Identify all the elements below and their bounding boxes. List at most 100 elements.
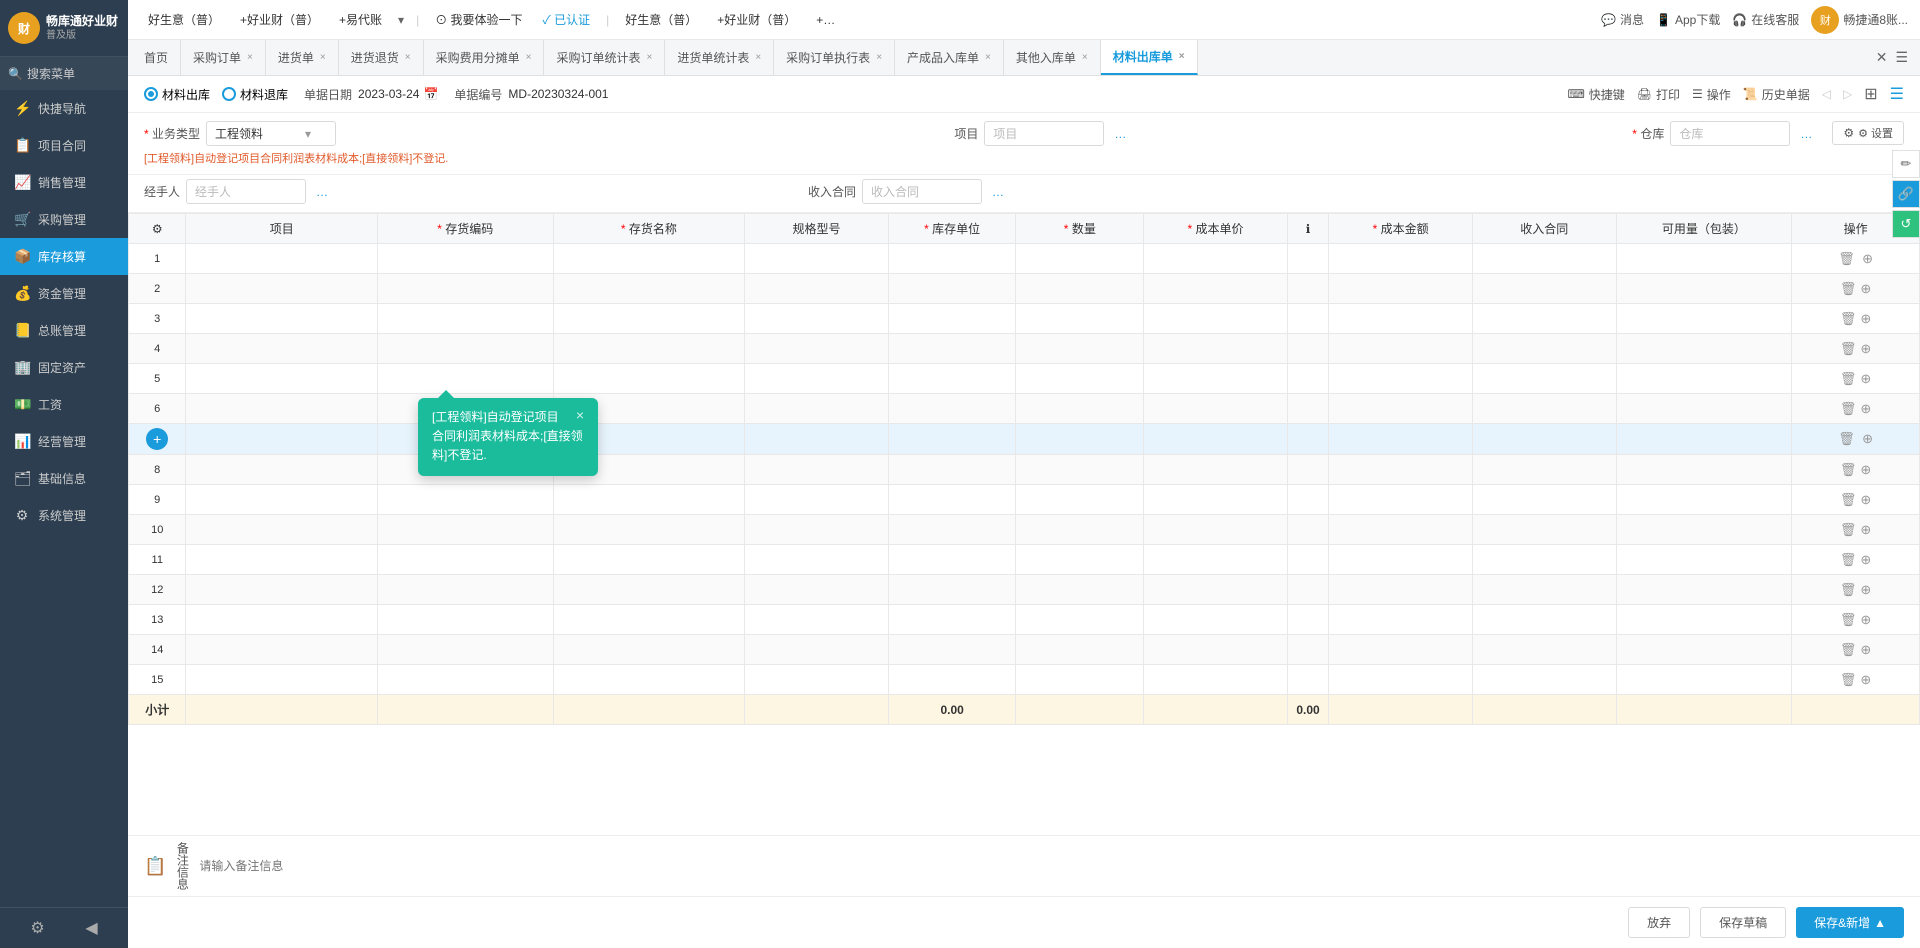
- warehouse-input[interactable]: 仓库: [1670, 121, 1790, 146]
- tab-close-other-stock[interactable]: ×: [1082, 52, 1088, 63]
- tab-close-purchase-exec[interactable]: ×: [876, 52, 882, 63]
- sidebar-item-inventory[interactable]: 📦 库存核算: [0, 238, 128, 275]
- save-new-button[interactable]: 保存&新增 ▲: [1796, 907, 1904, 938]
- list-view-icon[interactable]: ⊞: [1864, 84, 1877, 104]
- delete-row-icon[interactable]: 🗑: [1840, 311, 1857, 326]
- tab-menu-icon[interactable]: ☰: [1895, 49, 1908, 66]
- add-row-button[interactable]: +: [146, 428, 168, 450]
- copy-row-icon[interactable]: ⊕: [1860, 672, 1871, 687]
- search-menu-button[interactable]: 🔍 搜索菜单: [0, 57, 128, 90]
- tab-purchase-exec[interactable]: 采购订单执行表 ×: [774, 40, 895, 75]
- nav-certified[interactable]: ✓ 已认证: [535, 7, 599, 32]
- copy-row-icon[interactable]: ⊕: [1860, 522, 1871, 537]
- business-type-select[interactable]: 工程领料 ▾: [206, 121, 336, 146]
- right-panel-link-icon[interactable]: 🔗: [1892, 180, 1920, 208]
- delete-row-icon[interactable]: 🗑: [1840, 612, 1857, 627]
- sidebar-item-assets[interactable]: 🏢 固定资产: [0, 349, 128, 386]
- project-input[interactable]: 项目: [984, 121, 1104, 146]
- row-name[interactable]: [553, 244, 745, 274]
- delete-row-icon[interactable]: 🗑: [1840, 672, 1857, 687]
- tab-purchase-stats[interactable]: 采购订单统计表 ×: [544, 40, 665, 75]
- nav-next-icon[interactable]: ▷: [1843, 87, 1852, 101]
- sidebar-item-purchase[interactable]: 🛒 采购管理: [0, 201, 128, 238]
- nav-haoyecai[interactable]: +好业财（普）: [232, 7, 327, 32]
- row-available[interactable]: [1616, 244, 1792, 274]
- sidebar-item-project[interactable]: 📋 项目合同: [0, 127, 128, 164]
- row-unit[interactable]: [888, 244, 1016, 274]
- tab-product-stock[interactable]: 产成品入库单 ×: [895, 40, 1004, 75]
- sidebar-item-system[interactable]: ⚙ 系统管理: [0, 497, 128, 534]
- copy-row-icon[interactable]: ⊕: [1860, 492, 1871, 507]
- history-action[interactable]: 📜 历史单据: [1743, 86, 1810, 103]
- notes-input[interactable]: [199, 859, 1904, 873]
- th-gear[interactable]: ⚙: [129, 214, 186, 244]
- sidebar-item-finance[interactable]: 💰 资金管理: [0, 275, 128, 312]
- delete-row-icon[interactable]: 🗑: [1840, 522, 1857, 537]
- copy-row-icon[interactable]: ⊕: [1860, 401, 1871, 416]
- collapse-icon[interactable]: ◀: [85, 918, 97, 938]
- tab-close-return[interactable]: ×: [405, 52, 411, 63]
- tab-close-incoming-stats[interactable]: ×: [755, 52, 761, 63]
- settings-icon[interactable]: ⚙: [30, 918, 44, 938]
- save-draft-button[interactable]: 保存草稿: [1700, 907, 1786, 938]
- operations-action[interactable]: ☰ 操作: [1692, 86, 1731, 103]
- delete-row-icon[interactable]: 🗑: [1840, 492, 1857, 507]
- tab-home[interactable]: 首页: [132, 40, 181, 75]
- nav-experience[interactable]: ⊙ 我要体验一下: [427, 7, 530, 32]
- tab-material-out[interactable]: 材料出库单 ×: [1101, 40, 1198, 75]
- nav-more[interactable]: +…: [808, 9, 843, 31]
- warehouse-dots[interactable]: …: [1800, 127, 1812, 141]
- tab-close-expense[interactable]: ×: [526, 52, 532, 63]
- message-button[interactable]: 💬 消息: [1601, 11, 1644, 28]
- copy-row-icon[interactable]: ⊕: [1860, 462, 1871, 477]
- row-project[interactable]: [186, 244, 378, 274]
- dropdown-arrow-icon[interactable]: ▲: [1874, 916, 1886, 930]
- tab-return[interactable]: 进货退货 ×: [339, 40, 424, 75]
- sidebar-item-operations[interactable]: 📊 经营管理: [0, 423, 128, 460]
- copy-row-icon[interactable]: ⊕: [1860, 552, 1871, 567]
- row-spec[interactable]: [745, 244, 889, 274]
- copy-row-icon[interactable]: ⊕: [1860, 612, 1871, 627]
- row-code[interactable]: [378, 244, 554, 274]
- delete-row-icon[interactable]: 🗑: [1840, 582, 1857, 597]
- tab-close-product-stock[interactable]: ×: [985, 52, 991, 63]
- copy-row-icon[interactable]: ⊕: [1860, 371, 1871, 386]
- radio-material-return[interactable]: 材料退库: [222, 86, 288, 103]
- nav-dropdown[interactable]: ▾: [394, 9, 408, 31]
- print-action[interactable]: 🖨 打印: [1637, 86, 1680, 103]
- quick-key-action[interactable]: ⌨ 快捷键: [1567, 86, 1624, 103]
- sidebar-item-ledger[interactable]: 📒 总账管理: [0, 312, 128, 349]
- tab-close-material-out[interactable]: ×: [1179, 51, 1185, 62]
- tab-other-stock[interactable]: 其他入库单 ×: [1004, 40, 1101, 75]
- copy-row-icon[interactable]: ⊕: [1860, 582, 1871, 597]
- income-contract-dots[interactable]: …: [992, 185, 1004, 199]
- tab-purchase-order[interactable]: 采购订单 ×: [181, 40, 266, 75]
- delete-row-icon[interactable]: 🗑: [1838, 251, 1855, 266]
- copy-row-icon[interactable]: ⊕: [1862, 431, 1873, 446]
- discard-button[interactable]: 放弃: [1628, 907, 1690, 938]
- row-qty[interactable]: [1016, 244, 1144, 274]
- tab-incoming-stats[interactable]: 进货单统计表 ×: [665, 40, 774, 75]
- delete-row-icon[interactable]: 🗑: [1840, 281, 1857, 296]
- right-panel-edit-icon[interactable]: ✏: [1892, 150, 1920, 178]
- delete-row-icon[interactable]: 🗑: [1840, 642, 1857, 657]
- copy-row-icon[interactable]: ⊕: [1860, 341, 1871, 356]
- nav-haoshengyi[interactable]: 好生意（普）: [140, 7, 228, 32]
- close-all-icon[interactable]: ✕: [1876, 49, 1888, 66]
- copy-row-icon[interactable]: ⊕: [1860, 311, 1871, 326]
- tab-close-incoming[interactable]: ×: [320, 52, 326, 63]
- delete-row-icon[interactable]: 🗑: [1840, 341, 1857, 356]
- user-menu[interactable]: 财 畅捷通8账...: [1811, 6, 1908, 34]
- copy-row-icon[interactable]: ⊕: [1860, 642, 1871, 657]
- nav-haoshengyi2[interactable]: 好生意（普）: [617, 7, 705, 32]
- copy-row-icon[interactable]: ⊕: [1860, 281, 1871, 296]
- th-info[interactable]: ℹ: [1287, 214, 1329, 244]
- delete-row-icon[interactable]: 🗑: [1840, 371, 1857, 386]
- sidebar-item-basic[interactable]: 🗂 基础信息: [0, 460, 128, 497]
- row-project-input[interactable]: [192, 252, 371, 266]
- nav-haoyecai2[interactable]: +好业财（普）: [709, 7, 804, 32]
- tab-incoming[interactable]: 进货单 ×: [266, 40, 339, 75]
- tab-close-purchase-stats[interactable]: ×: [646, 52, 652, 63]
- tab-close-purchase-order[interactable]: ×: [247, 52, 253, 63]
- project-dots[interactable]: …: [1114, 127, 1126, 141]
